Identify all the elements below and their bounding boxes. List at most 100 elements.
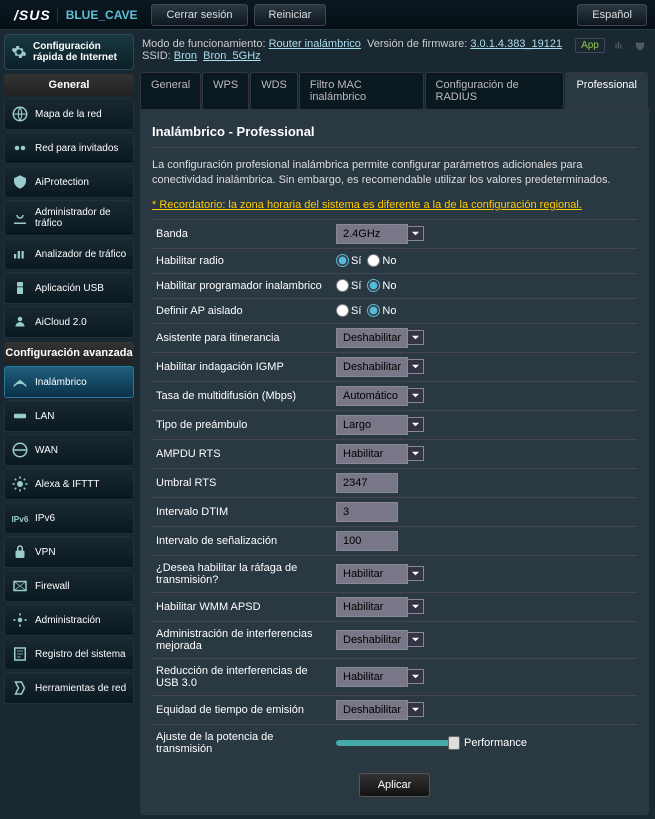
setting-label: Reducción de interferencias de USB 3.0 bbox=[152, 658, 332, 695]
setting-label: Habilitar programador inalambrico bbox=[152, 273, 332, 298]
tab[interactable]: Configuración de RADIUS bbox=[425, 72, 565, 109]
chevron-down-icon bbox=[408, 226, 424, 241]
apply-button[interactable]: Aplicar bbox=[359, 773, 431, 797]
nav-icon bbox=[11, 611, 29, 629]
select[interactable]: Habilitar bbox=[336, 564, 424, 584]
nav-icon bbox=[11, 475, 29, 493]
setting-label: Tipo de preámbulo bbox=[152, 410, 332, 439]
nav-icon bbox=[11, 139, 29, 157]
select[interactable]: Deshabilitar bbox=[336, 357, 424, 377]
sidebar-item-label: Mapa de la red bbox=[35, 109, 102, 120]
select[interactable]: Automático bbox=[336, 386, 424, 406]
tab[interactable]: WDS bbox=[250, 72, 298, 109]
sidebar-item[interactable]: Inalámbrico bbox=[4, 366, 134, 398]
chevron-down-icon bbox=[408, 669, 424, 684]
tab[interactable]: General bbox=[140, 72, 201, 109]
select[interactable]: 2.4GHz bbox=[336, 224, 424, 244]
sidebar-item[interactable]: Red para invitados bbox=[4, 132, 134, 164]
chevron-down-icon bbox=[408, 566, 424, 581]
radio-no[interactable]: No bbox=[367, 255, 402, 267]
radio-yes[interactable]: Sí bbox=[336, 255, 367, 267]
radio-yes[interactable]: Sí bbox=[336, 305, 367, 317]
nav-icon bbox=[11, 105, 29, 123]
mode-value[interactable]: Router inalámbrico bbox=[269, 38, 361, 50]
sidebar-item-label: Analizador de tráfico bbox=[35, 249, 126, 260]
nav-icon: IPv6 bbox=[11, 509, 29, 527]
nav-icon bbox=[11, 577, 29, 595]
nav-icon bbox=[11, 279, 29, 297]
sidebar-item[interactable]: Aplicación USB bbox=[4, 272, 134, 304]
sidebar-item[interactable]: Mapa de la red bbox=[4, 98, 134, 130]
text-input[interactable] bbox=[336, 473, 398, 493]
sidebar-item[interactable]: VPN bbox=[4, 536, 134, 568]
sidebar-item[interactable]: IPv6 IPv6 bbox=[4, 502, 134, 534]
nav-icon bbox=[11, 679, 29, 697]
section-general: General bbox=[4, 74, 134, 96]
sidebar-item[interactable]: Administrador de tráfico bbox=[4, 200, 134, 236]
tab[interactable]: Filtro MAC inalámbrico bbox=[299, 72, 424, 109]
timezone-warning[interactable]: * Recordatorio: la zona horaria del sist… bbox=[152, 199, 637, 219]
sidebar-item-label: Administración bbox=[35, 615, 101, 626]
tab[interactable]: Professional bbox=[565, 72, 648, 109]
ssid-24[interactable]: Bron bbox=[174, 50, 197, 62]
setting-label: Ajuste de la potencia de transmisión bbox=[152, 724, 332, 761]
sidebar-item[interactable]: Firewall bbox=[4, 570, 134, 602]
text-input[interactable] bbox=[336, 531, 398, 551]
quick-setup-label: Configuración rápida de Internet bbox=[33, 41, 127, 63]
reboot-button[interactable]: Reiniciar bbox=[254, 4, 327, 26]
ssid-5[interactable]: Bron_5GHz bbox=[203, 50, 260, 62]
logout-button[interactable]: Cerrar sesión bbox=[151, 4, 247, 26]
quick-setup-button[interactable]: Configuración rápida de Internet bbox=[4, 34, 134, 70]
sidebar-item-label: Aplicación USB bbox=[35, 283, 104, 294]
radio-no[interactable]: No bbox=[367, 305, 402, 317]
sidebar-item-label: Red para invitados bbox=[35, 143, 118, 154]
sidebar-item[interactable]: Herramientas de red bbox=[4, 672, 134, 704]
nav-icon bbox=[11, 245, 29, 263]
sidebar-item-label: Registro del sistema bbox=[35, 649, 126, 660]
chevron-down-icon bbox=[408, 417, 424, 432]
sidebar-item[interactable]: AiProtection bbox=[4, 166, 134, 198]
sidebar-item[interactable]: Administración bbox=[4, 604, 134, 636]
setting-label: Habilitar WMM APSD bbox=[152, 592, 332, 621]
text-input[interactable] bbox=[336, 502, 398, 522]
printer-icon bbox=[633, 38, 647, 52]
sidebar-item[interactable]: Registro del sistema bbox=[4, 638, 134, 670]
chevron-down-icon bbox=[408, 632, 424, 647]
setting-label: Intervalo de señalización bbox=[152, 526, 332, 555]
sidebar-item-label: IPv6 bbox=[35, 513, 55, 524]
select[interactable]: Largo bbox=[336, 415, 424, 435]
sidebar-item-label: LAN bbox=[35, 411, 54, 422]
sidebar-item-label: Firewall bbox=[35, 581, 69, 592]
sidebar-item[interactable]: Alexa & IFTTT bbox=[4, 468, 134, 500]
select[interactable]: Deshabilitar bbox=[336, 328, 424, 348]
chevron-down-icon bbox=[408, 599, 424, 614]
radio-yes[interactable]: Sí bbox=[336, 280, 367, 292]
setting-label: Asistente para itinerancia bbox=[152, 323, 332, 352]
radio-no[interactable]: No bbox=[367, 280, 402, 292]
setting-label: Equidad de tiempo de emisión bbox=[152, 695, 332, 724]
chevron-down-icon bbox=[408, 359, 424, 374]
select[interactable]: Deshabilitar bbox=[336, 630, 424, 650]
tab[interactable]: WPS bbox=[202, 72, 249, 109]
fw-value[interactable]: 3.0.1.4.383_19121 bbox=[470, 38, 562, 50]
nav-icon bbox=[11, 407, 29, 425]
section-advanced: Configuración avanzada bbox=[4, 342, 134, 364]
select[interactable]: Habilitar bbox=[336, 597, 424, 617]
panel-desc: La configuración profesional inalámbrica… bbox=[152, 148, 637, 199]
select[interactable]: Habilitar bbox=[336, 444, 424, 464]
sidebar-item[interactable]: WAN bbox=[4, 434, 134, 466]
nav-icon bbox=[11, 313, 29, 331]
brand-logo: /SUS bbox=[8, 7, 57, 23]
app-link[interactable]: App bbox=[575, 38, 605, 53]
language-button[interactable]: Español bbox=[577, 4, 647, 26]
select[interactable]: Deshabilitar bbox=[336, 700, 424, 720]
select[interactable]: Habilitar bbox=[336, 667, 424, 687]
tx-power-slider[interactable] bbox=[336, 740, 456, 746]
chevron-down-icon bbox=[408, 446, 424, 461]
sidebar-item[interactable]: Analizador de tráfico bbox=[4, 238, 134, 270]
sidebar-item[interactable]: AiCloud 2.0 bbox=[4, 306, 134, 338]
setting-label: Habilitar indagación IGMP bbox=[152, 352, 332, 381]
sidebar-item[interactable]: LAN bbox=[4, 400, 134, 432]
ssid-label: SSID: bbox=[142, 50, 171, 62]
sidebar-item-label: Administrador de tráfico bbox=[35, 207, 127, 229]
